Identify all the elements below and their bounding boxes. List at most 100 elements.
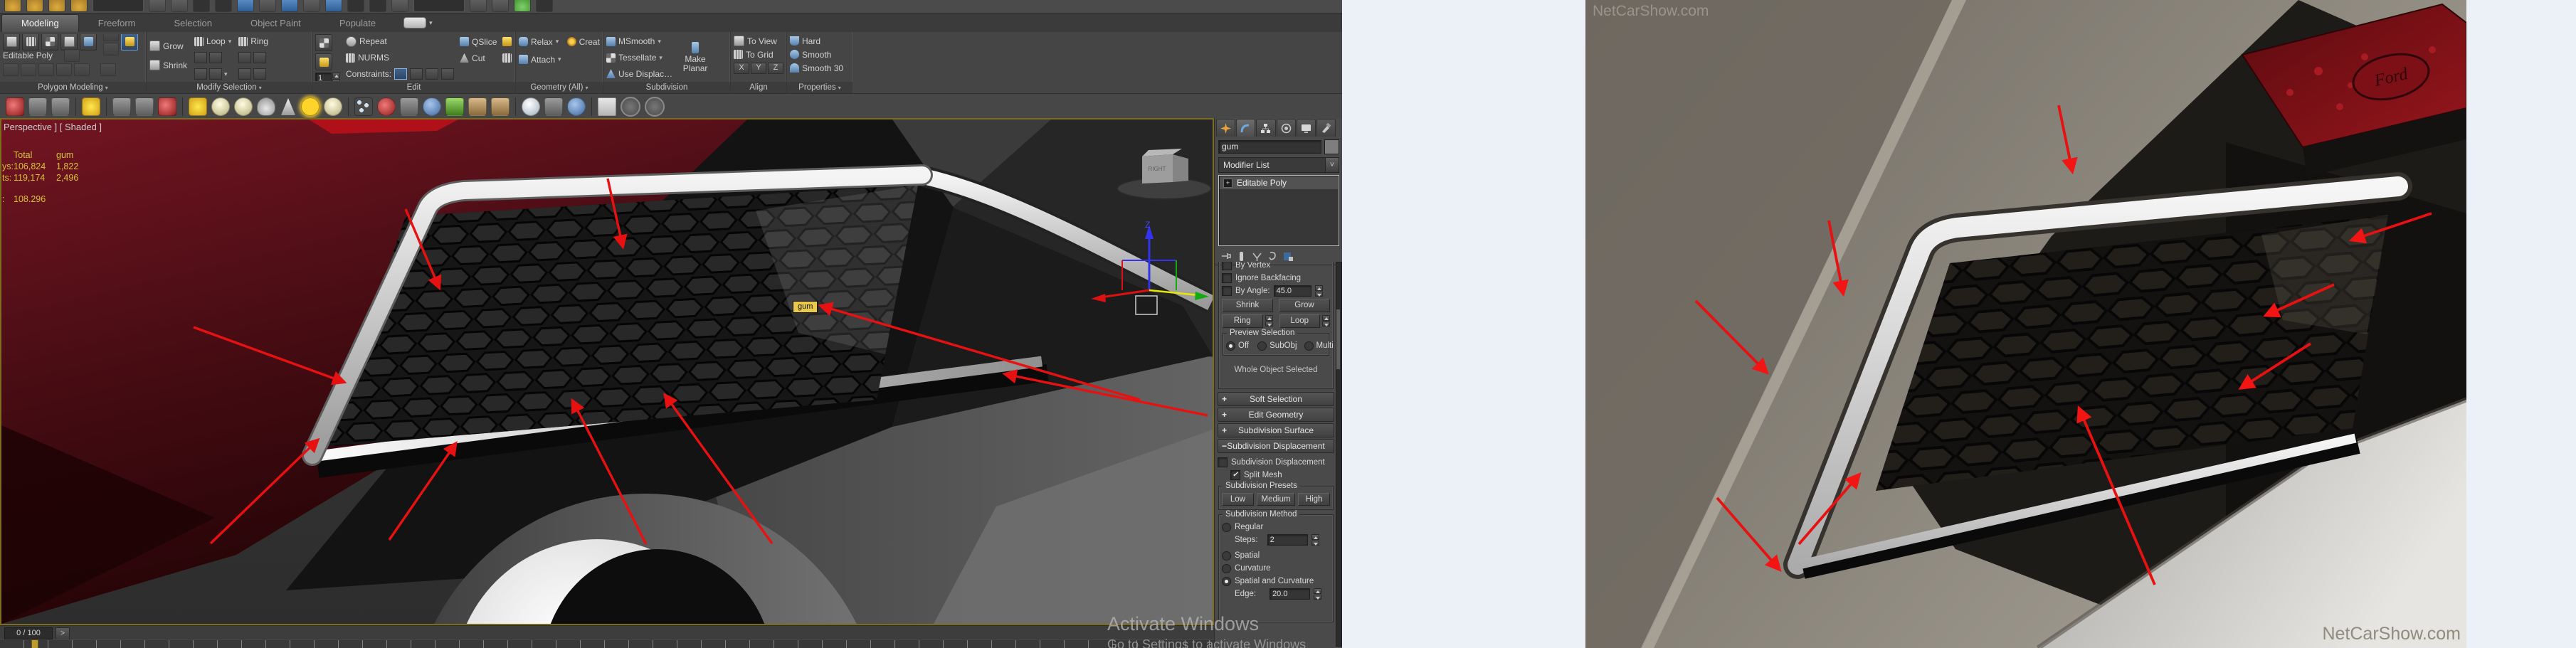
- reference-coordinate-dropdown[interactable]: [303, 0, 320, 12]
- align-to-view-button[interactable]: To View: [734, 34, 783, 48]
- make-unique-icon[interactable]: [1252, 251, 1262, 262]
- ring-grow-icon[interactable]: [238, 52, 252, 63]
- ring-shift-up-icon[interactable]: [238, 68, 252, 80]
- ring-shift-down-icon[interactable]: [253, 68, 267, 80]
- edge-mode-icon[interactable]: [22, 34, 39, 51]
- loop-button[interactable]: Loop ▾: [194, 34, 231, 48]
- modifier-list-chevron-icon[interactable]: ˅: [1325, 158, 1339, 172]
- shrink-button[interactable]: Shrink: [149, 58, 187, 73]
- align-y-button[interactable]: Y: [751, 62, 766, 74]
- video-camera-icon[interactable]: [158, 97, 176, 116]
- rollout-subdivision-surface[interactable]: + Subdivision Surface: [1218, 423, 1334, 437]
- grass-icon[interactable]: [445, 97, 464, 116]
- toggle-scene-explorer-icon[interactable]: [514, 0, 531, 12]
- select-and-move-icon[interactable]: [237, 0, 254, 12]
- texture-tiles-icon[interactable]: [544, 97, 563, 116]
- repeat-button[interactable]: Repeat: [346, 34, 454, 49]
- constrain-none-icon[interactable]: [394, 68, 408, 80]
- panel-label-subdivision[interactable]: Subdivision: [603, 82, 730, 93]
- ox-animal-icon[interactable]: [491, 97, 510, 116]
- panel-label-properties[interactable]: Properties ▾: [787, 82, 852, 93]
- pin-stack-icon[interactable]: [64, 49, 80, 62]
- constrain-face-icon[interactable]: [426, 68, 439, 80]
- area-light-icon[interactable]: [189, 97, 207, 116]
- hard-edges-button[interactable]: Hard: [790, 34, 850, 48]
- by-vertex-checkbox[interactable]: By Vertex: [1222, 262, 1330, 272]
- sphere-light-icon[interactable]: [324, 97, 342, 116]
- element-mode-icon[interactable]: [80, 34, 97, 51]
- blue-sphere-icon[interactable]: [567, 97, 586, 116]
- edit-spinner-arrows[interactable]: [332, 73, 340, 81]
- align-to-grid-button[interactable]: To Grid: [734, 48, 783, 61]
- loop-shrink-icon[interactable]: [209, 52, 223, 63]
- align-icon[interactable]: [492, 0, 509, 12]
- attach-button[interactable]: Attach ▾: [519, 52, 561, 67]
- loop-grow-icon[interactable]: [194, 52, 208, 63]
- poly-tool-icon-2[interactable]: [21, 63, 36, 76]
- pin-stack-icon[interactable]: [1220, 251, 1231, 262]
- loop-shift-icon[interactable]: [194, 68, 208, 80]
- filter-stack-icon[interactable]: [100, 63, 116, 76]
- show-end-result-icon[interactable]: [121, 34, 138, 51]
- create-button[interactable]: Create: [566, 34, 600, 49]
- time-slider-handle[interactable]: [31, 639, 38, 648]
- undo-icon[interactable]: [4, 0, 21, 12]
- preview-subobj-radio[interactable]: [1257, 341, 1267, 351]
- swift-loop-button[interactable]: Swift Loop: [502, 34, 512, 49]
- ribbon-options-caret-icon[interactable]: ▾: [429, 19, 433, 27]
- by-angle-field[interactable]: 45.0: [1273, 285, 1311, 297]
- poly-tool-icon-3[interactable]: [38, 63, 54, 76]
- rock-icon[interactable]: [423, 97, 441, 116]
- make-planar-button[interactable]: Make Planar: [678, 42, 712, 73]
- curve-editor-icon[interactable]: [536, 0, 553, 12]
- loop-button[interactable]: Loop: [1279, 314, 1320, 328]
- notes-icon[interactable]: [598, 97, 616, 116]
- constrain-edge-icon[interactable]: [410, 68, 423, 80]
- render-setup-icon[interactable]: [28, 97, 47, 116]
- egg-light-icon[interactable]: [211, 97, 230, 116]
- tower-icon[interactable]: [400, 97, 418, 116]
- rollout-scrollbar[interactable]: [1336, 262, 1342, 647]
- panel-label-geometry[interactable]: Geometry (All) ▾: [516, 82, 603, 93]
- align-x-button[interactable]: X: [734, 62, 749, 74]
- panel-label-polygon-modeling[interactable]: Polygon Modeling ▾: [0, 82, 146, 93]
- rendered-frame-window-icon[interactable]: [51, 97, 70, 116]
- material-editor-icon[interactable]: [6, 97, 24, 116]
- edge-spinner[interactable]: [1314, 588, 1322, 600]
- info-icon[interactable]: [645, 97, 665, 117]
- select-and-scale-icon[interactable]: [281, 0, 298, 12]
- tab-modeling[interactable]: Modeling: [1, 14, 79, 32]
- constrain-normal-icon[interactable]: [441, 68, 455, 80]
- by-angle-checkbox[interactable]: [1222, 286, 1232, 296]
- ignore-backfacing-checkbox[interactable]: Ignore Backfacing: [1222, 272, 1330, 285]
- polygon-mode-icon[interactable]: [60, 34, 78, 51]
- selection-filter-dropdown[interactable]: [93, 0, 144, 12]
- tab-freeform[interactable]: Freeform: [79, 15, 155, 32]
- panel-label-modify-selection[interactable]: Modify Selection ▾: [147, 82, 312, 93]
- poly-tool-icon-4[interactable]: [56, 63, 72, 76]
- current-frame-field[interactable]: 0 / 100: [4, 627, 53, 639]
- glow-egg-icon[interactable]: [234, 97, 253, 116]
- spatial-and-curvature-radio-row[interactable]: Spatial and Curvature: [1222, 575, 1330, 588]
- split-mesh-checkbox[interactable]: ✓ Split Mesh: [1218, 469, 1334, 482]
- remove-modifier-icon[interactable]: [1267, 251, 1278, 262]
- nurms-button[interactable]: NURMS: [346, 51, 454, 65]
- object-color-swatch[interactable]: [1324, 139, 1339, 154]
- minimize-ribbon-icon[interactable]: [403, 17, 427, 28]
- ring-spinner[interactable]: [1265, 315, 1273, 326]
- mirror-icon[interactable]: [470, 0, 487, 12]
- dot-loop-icon[interactable]: [209, 68, 223, 80]
- previous-modifier-icon[interactable]: [103, 34, 119, 41]
- ring-button[interactable]: Ring: [1222, 314, 1263, 328]
- next-frame-button[interactable]: >: [56, 627, 70, 640]
- molecule-icon[interactable]: [377, 97, 396, 116]
- ring-shrink-icon[interactable]: [253, 52, 267, 63]
- loop-spinner[interactable]: [1322, 315, 1330, 326]
- grow-button[interactable]: Grow: [149, 38, 187, 53]
- edit-spinner-field[interactable]: 1: [315, 72, 332, 81]
- show-end-result-icon[interactable]: [1236, 251, 1247, 262]
- camera-icon[interactable]: [112, 97, 131, 116]
- projector-icon[interactable]: [135, 97, 154, 116]
- preset-medium-button[interactable]: Medium: [1256, 493, 1296, 506]
- rectangular-selection-region-icon[interactable]: [193, 0, 210, 12]
